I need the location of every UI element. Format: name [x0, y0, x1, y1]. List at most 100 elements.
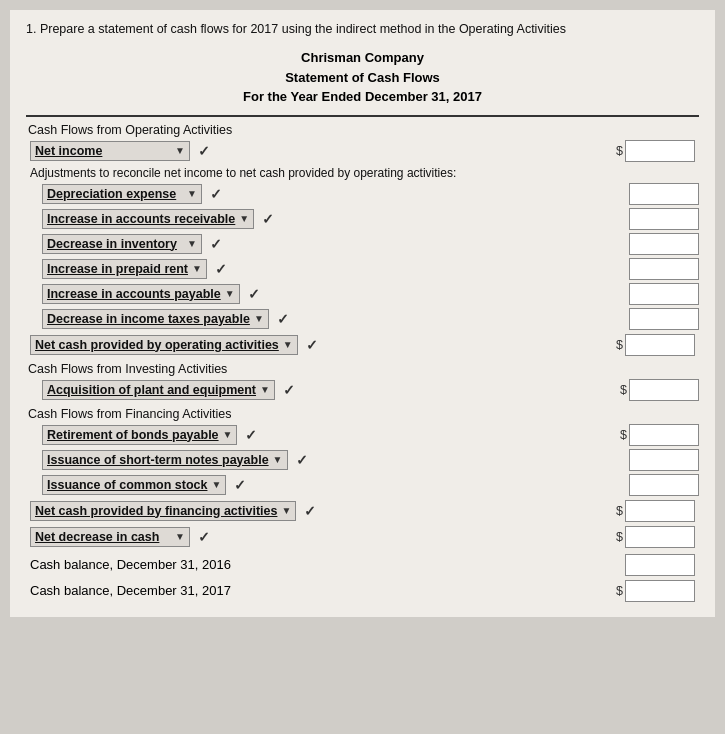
depreciation-row: Depreciation expense ▼ ✓ [42, 183, 699, 205]
acquisition-input[interactable] [629, 379, 699, 401]
net-decrease-arrow-icon: ▼ [175, 531, 185, 542]
bonds-payable-dropdown[interactable]: Retirement of bonds payable ▼ [42, 425, 237, 445]
net-cash-financing-arrow-icon: ▼ [281, 505, 291, 516]
cash-balance-2016-row: Cash balance, December 31, 2016 [26, 554, 699, 576]
bonds-payable-arrow-icon: ▼ [223, 429, 233, 440]
depreciation-check: ✓ [210, 186, 222, 202]
common-stock-dropdown[interactable]: Issuance of common stock ▼ [42, 475, 226, 495]
net-cash-financing-dropdown[interactable]: Net cash provided by financing activitie… [30, 501, 296, 521]
net-cash-financing-row: Net cash provided by financing activitie… [26, 500, 699, 522]
prepaid-rent-label: Increase in prepaid rent [47, 262, 188, 276]
income-taxes-left: Decrease in income taxes payable ▼ ✓ [42, 309, 289, 329]
acquisition-row: Acquisition of plant and equipment ▼ ✓ $ [42, 379, 699, 401]
net-cash-operating-input-group: $ [616, 334, 695, 356]
notes-payable-label: Issuance of short-term notes payable [47, 453, 269, 467]
financing-rows: Retirement of bonds payable ▼ ✓ $ Issuan… [42, 424, 699, 496]
notes-payable-left: Issuance of short-term notes payable ▼ ✓ [42, 450, 308, 470]
net-decrease-left: Net decrease in cash ▼ ✓ [30, 527, 616, 547]
net-cash-operating-check: ✓ [306, 337, 318, 353]
net-decrease-dollar: $ [616, 530, 623, 544]
accounts-receivable-row: Increase in accounts receivable ▼ ✓ [42, 208, 699, 230]
net-income-dollar: $ [616, 144, 623, 158]
net-income-label: Net income [35, 144, 102, 158]
cash-balance-2016-left: Cash balance, December 31, 2016 [30, 557, 625, 572]
net-cash-financing-input[interactable] [625, 500, 695, 522]
net-income-row: Net income ▼ ✓ $ [26, 140, 699, 162]
inventory-left: Decrease in inventory ▼ ✓ [42, 234, 222, 254]
accounts-payable-left: Increase in accounts payable ▼ ✓ [42, 284, 260, 304]
prepaid-rent-dropdown[interactable]: Increase in prepaid rent ▼ [42, 259, 207, 279]
accounts-receivable-label: Increase in accounts receivable [47, 212, 235, 226]
operating-header: Cash Flows from Operating Activities [26, 123, 699, 137]
depreciation-input[interactable] [629, 183, 699, 205]
report-header: Chrisman Company Statement of Cash Flows… [26, 48, 699, 107]
investing-header: Cash Flows from Investing Activities [26, 362, 699, 376]
depreciation-label: Depreciation expense [47, 187, 176, 201]
cash-balance-2017-left: Cash balance, December 31, 2017 [30, 583, 616, 598]
bonds-payable-row: Retirement of bonds payable ▼ ✓ $ [42, 424, 699, 446]
period: For the Year Ended December 31, 2017 [26, 87, 699, 107]
bonds-payable-label: Retirement of bonds payable [47, 428, 219, 442]
inventory-input[interactable] [629, 233, 699, 255]
net-cash-operating-input[interactable] [625, 334, 695, 356]
adjustments-text: Adjustments to reconcile net income to n… [30, 166, 699, 180]
common-stock-left: Issuance of common stock ▼ ✓ [42, 475, 246, 495]
net-decrease-input-group: $ [616, 526, 695, 548]
bonds-payable-check: ✓ [245, 427, 257, 443]
accounts-receivable-input[interactable] [629, 208, 699, 230]
acquisition-dropdown[interactable]: Acquisition of plant and equipment ▼ [42, 380, 275, 400]
notes-payable-dropdown[interactable]: Issuance of short-term notes payable ▼ [42, 450, 288, 470]
net-income-left: Net income ▼ ✓ [30, 141, 616, 161]
net-income-input-group: $ [616, 140, 695, 162]
inventory-arrow-icon: ▼ [187, 238, 197, 249]
net-cash-operating-left: Net cash provided by operating activitie… [30, 335, 616, 355]
accounts-payable-input[interactable] [629, 283, 699, 305]
cash-balance-2017-label: Cash balance, December 31, 2017 [30, 583, 231, 598]
accounts-payable-check: ✓ [248, 286, 260, 302]
net-cash-financing-dollar: $ [616, 504, 623, 518]
prepaid-rent-input[interactable] [629, 258, 699, 280]
net-income-check: ✓ [198, 143, 210, 159]
net-cash-financing-left: Net cash provided by financing activitie… [30, 501, 616, 521]
cash-balance-2016-label: Cash balance, December 31, 2016 [30, 557, 231, 572]
accounts-payable-dropdown[interactable]: Increase in accounts payable ▼ [42, 284, 240, 304]
acquisition-label: Acquisition of plant and equipment [47, 383, 256, 397]
notes-payable-input[interactable] [629, 449, 699, 471]
accounts-payable-arrow-icon: ▼ [225, 288, 235, 299]
net-decrease-label: Net decrease in cash [35, 530, 159, 544]
income-taxes-label: Decrease in income taxes payable [47, 312, 250, 326]
bonds-payable-input[interactable] [629, 424, 699, 446]
net-cash-operating-label: Net cash provided by operating activitie… [35, 338, 279, 352]
prepaid-rent-left: Increase in prepaid rent ▼ ✓ [42, 259, 227, 279]
common-stock-input[interactable] [629, 474, 699, 496]
financing-header: Cash Flows from Financing Activities [26, 407, 699, 421]
net-cash-operating-dropdown[interactable]: Net cash provided by operating activitie… [30, 335, 298, 355]
depreciation-dropdown[interactable]: Depreciation expense ▼ [42, 184, 202, 204]
notes-payable-row: Issuance of short-term notes payable ▼ ✓ [42, 449, 699, 471]
accounts-receivable-check: ✓ [262, 211, 274, 227]
depreciation-arrow-icon: ▼ [187, 188, 197, 199]
cash-balance-2017-input-group: $ [616, 580, 695, 602]
income-taxes-input[interactable] [629, 308, 699, 330]
net-decrease-dropdown[interactable]: Net decrease in cash ▼ [30, 527, 190, 547]
inventory-row: Decrease in inventory ▼ ✓ [42, 233, 699, 255]
common-stock-label: Issuance of common stock [47, 478, 207, 492]
net-income-input[interactable] [625, 140, 695, 162]
prepaid-rent-check: ✓ [215, 261, 227, 277]
cash-balance-2016-input[interactable] [625, 554, 695, 576]
inventory-label: Decrease in inventory [47, 237, 177, 251]
common-stock-check: ✓ [234, 477, 246, 493]
net-cash-operating-arrow-icon: ▼ [283, 339, 293, 350]
question-text: 1. Prepare a statement of cash flows for… [26, 22, 699, 36]
accounts-receivable-dropdown[interactable]: Increase in accounts receivable ▼ [42, 209, 254, 229]
cash-balance-2017-input[interactable] [625, 580, 695, 602]
accounts-payable-row: Increase in accounts payable ▼ ✓ [42, 283, 699, 305]
inventory-check: ✓ [210, 236, 222, 252]
net-income-dropdown[interactable]: Net income ▼ [30, 141, 190, 161]
net-decrease-input[interactable] [625, 526, 695, 548]
inventory-dropdown[interactable]: Decrease in inventory ▼ [42, 234, 202, 254]
bonds-payable-dollar: $ [620, 428, 627, 442]
common-stock-row: Issuance of common stock ▼ ✓ [42, 474, 699, 496]
income-taxes-dropdown[interactable]: Decrease in income taxes payable ▼ [42, 309, 269, 329]
acquisition-check: ✓ [283, 382, 295, 398]
